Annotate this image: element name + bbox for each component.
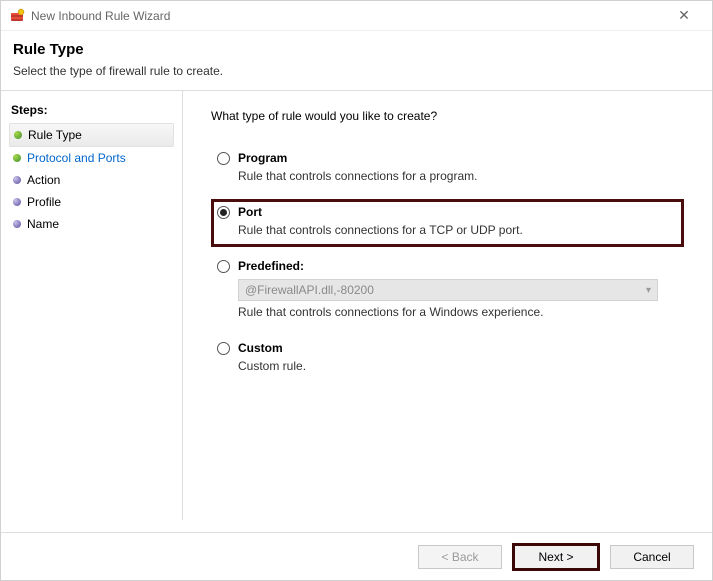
steps-heading: Steps: — [9, 99, 174, 123]
option-desc: Rule that controls connections for a pro… — [238, 169, 678, 183]
radio-port[interactable] — [217, 206, 230, 219]
step-action[interactable]: Action — [9, 169, 174, 191]
step-label: Protocol and Ports — [27, 151, 126, 165]
predefined-select: @FirewallAPI.dll,-80200 ▾ — [238, 279, 658, 301]
steps-sidebar: Steps: Rule Type Protocol and Ports Acti… — [1, 91, 183, 520]
wizard-footer: < Back Next > Cancel — [1, 532, 712, 580]
page-subtitle: Select the type of firewall rule to crea… — [13, 64, 700, 78]
step-name[interactable]: Name — [9, 213, 174, 235]
wizard-body: Steps: Rule Type Protocol and Ports Acti… — [1, 91, 712, 520]
wizard-main: What type of rule would you like to crea… — [183, 91, 712, 520]
firewall-app-icon — [9, 8, 25, 24]
step-rule-type[interactable]: Rule Type — [9, 123, 174, 147]
option-desc: Custom rule. — [238, 359, 678, 373]
bullet-icon — [14, 131, 22, 139]
radio-custom[interactable] — [217, 342, 230, 355]
option-title: Port — [238, 205, 262, 219]
step-label: Action — [27, 173, 60, 187]
wizard-header: Rule Type Select the type of firewall ru… — [1, 31, 712, 90]
option-desc: Rule that controls connections for a Win… — [238, 305, 678, 319]
rule-type-options: Program Rule that controls connections f… — [211, 145, 684, 383]
radio-program[interactable] — [217, 152, 230, 165]
bullet-icon — [13, 176, 21, 184]
step-label: Rule Type — [28, 128, 82, 142]
option-custom[interactable]: Custom Custom rule. — [211, 335, 684, 383]
option-port[interactable]: Port Rule that controls connections for … — [211, 199, 684, 247]
bullet-icon — [13, 220, 21, 228]
bullet-icon — [13, 198, 21, 206]
option-title: Program — [238, 151, 287, 165]
step-profile[interactable]: Profile — [9, 191, 174, 213]
option-title: Custom — [238, 341, 283, 355]
step-protocol-and-ports[interactable]: Protocol and Ports — [9, 147, 174, 169]
step-label: Name — [27, 217, 59, 231]
option-desc: Rule that controls connections for a TCP… — [238, 223, 678, 237]
cancel-button[interactable]: Cancel — [610, 545, 694, 569]
bullet-icon — [13, 154, 21, 162]
window-title: New Inbound Rule Wizard — [31, 9, 664, 23]
step-label: Profile — [27, 195, 61, 209]
close-icon[interactable]: ✕ — [664, 7, 704, 24]
chevron-down-icon: ▾ — [646, 285, 651, 296]
next-button[interactable]: Next > — [514, 545, 598, 569]
option-predefined[interactable]: Predefined: @FirewallAPI.dll,-80200 ▾ Ru… — [211, 253, 684, 329]
back-button: < Back — [418, 545, 502, 569]
option-program[interactable]: Program Rule that controls connections f… — [211, 145, 684, 193]
predefined-select-value: @FirewallAPI.dll,-80200 — [245, 283, 374, 297]
titlebar: New Inbound Rule Wizard ✕ — [1, 1, 712, 31]
radio-predefined[interactable] — [217, 260, 230, 273]
option-title: Predefined: — [238, 259, 304, 273]
rule-type-question: What type of rule would you like to crea… — [211, 109, 684, 123]
page-title: Rule Type — [13, 41, 700, 58]
